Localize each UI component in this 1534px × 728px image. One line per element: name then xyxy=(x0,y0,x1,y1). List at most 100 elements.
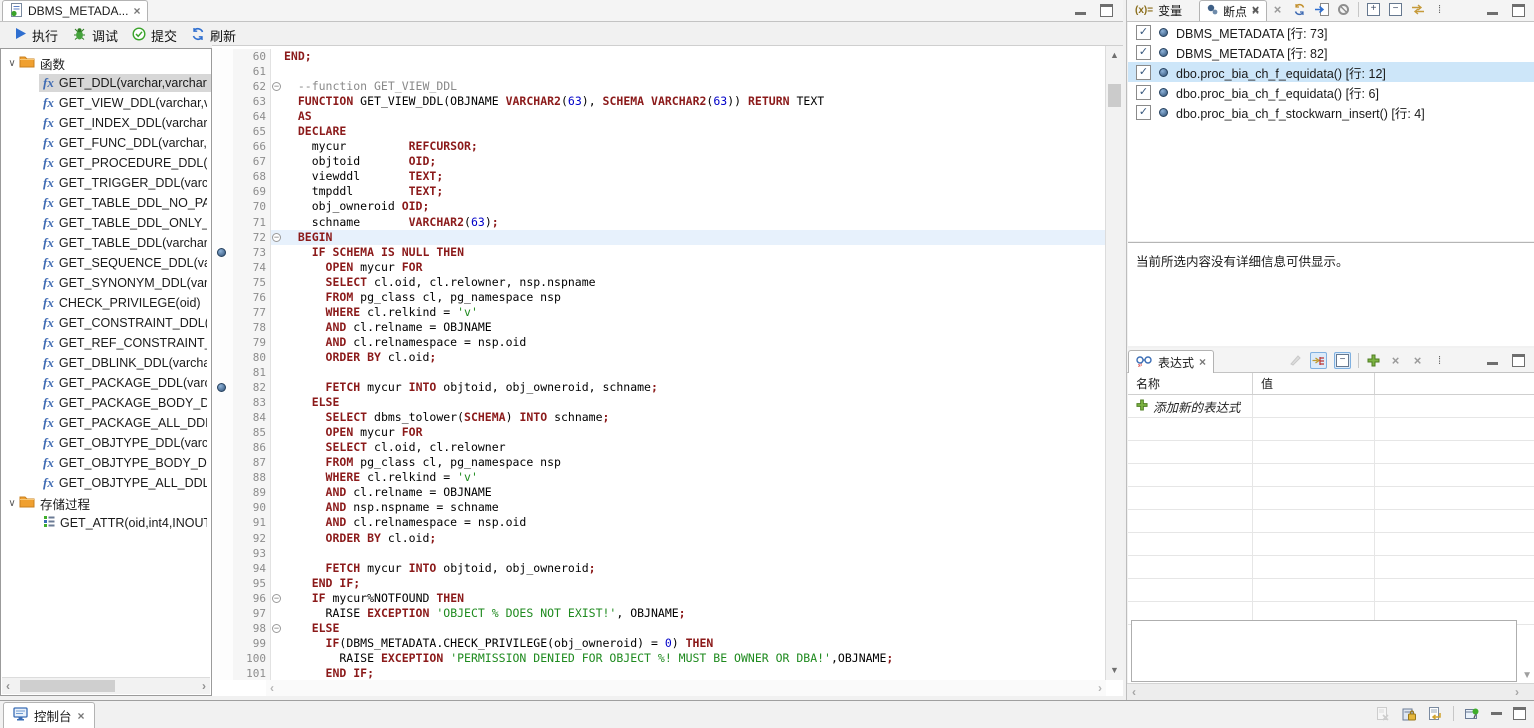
checkbox[interactable]: ✓ xyxy=(1136,24,1151,40)
code-line[interactable]: 74 OPEN mycur FOR xyxy=(212,259,1106,275)
code-text[interactable]: SELECT cl.oid, cl.relowner, nsp.nspname xyxy=(284,275,1106,290)
code-text[interactable]: ORDER BY cl.oid; xyxy=(284,531,1106,546)
breakpoint-ruler[interactable] xyxy=(212,530,233,546)
breakpoint-dot-icon[interactable] xyxy=(217,247,226,257)
code-line[interactable]: 97 RAISE EXCEPTION 'OBJECT % DOES NOT EX… xyxy=(212,605,1106,621)
code-text[interactable]: FETCH mycur INTO objtoid, obj_owneroid; xyxy=(284,561,1106,576)
expression-empty-row[interactable] xyxy=(1128,418,1534,441)
tree-item[interactable]: fx GET_SEQUENCE_DDL(var xyxy=(1,253,211,273)
code-line[interactable]: 100 RAISE EXCEPTION 'PERMISSION DENIED F… xyxy=(212,650,1106,666)
tree-item-box[interactable]: GET_ATTR(oid,int4,INOUT xyxy=(39,514,211,532)
tree-item[interactable]: fx GET_PACKAGE_DDL(varch xyxy=(1,373,211,393)
code-line[interactable]: 81 xyxy=(212,364,1106,381)
tree-item-box[interactable]: fx GET_PACKAGE_BODY_DD xyxy=(39,394,211,412)
scroll-right-icon[interactable]: › xyxy=(202,679,206,693)
fold-ruler[interactable]: − xyxy=(271,591,284,606)
tree-item[interactable]: fx CHECK_PRIVILEGE(oid) xyxy=(1,293,211,313)
code-text[interactable]: OPEN mycur FOR xyxy=(284,425,1106,440)
add-expression-row[interactable]: 添加新的表达式 xyxy=(1128,395,1534,418)
pin-console-icon[interactable] xyxy=(1465,706,1480,721)
chevron-down-icon[interactable]: ∨ xyxy=(5,498,19,509)
fold-ruler[interactable] xyxy=(271,636,284,651)
tree-item-box[interactable]: fx GET_FUNC_DDL(varchar,v xyxy=(39,134,211,152)
breakpoint-ruler[interactable] xyxy=(212,605,233,621)
tab-variables[interactable]: (x)= 变量 xyxy=(1128,0,1189,20)
code-line[interactable]: 79 AND cl.relnamespace = nsp.oid xyxy=(212,334,1106,350)
breakpoint-ruler[interactable] xyxy=(212,289,233,305)
breakpoint-ruler[interactable] xyxy=(212,334,233,350)
code-text[interactable]: WHERE cl.relkind = 'v' xyxy=(284,470,1106,485)
scroll-lock-icon[interactable] xyxy=(1427,706,1442,721)
scroll-left-icon[interactable]: ‹ xyxy=(1132,685,1136,699)
code-text[interactable]: viewddl TEXT; xyxy=(284,169,1106,184)
code-text[interactable]: schname VARCHAR2(63); xyxy=(284,215,1106,230)
code-text[interactable]: --function GET_VIEW_DDL xyxy=(284,79,1106,94)
expression-empty-row[interactable] xyxy=(1128,487,1534,510)
code-text[interactable]: AS xyxy=(284,109,1106,124)
tree-item[interactable]: fx GET_PACKAGE_ALL_DDL(v xyxy=(1,413,211,433)
tree-item[interactable]: fx GET_TABLE_DDL(varchar, xyxy=(1,233,211,253)
chevron-down-icon[interactable]: ∨ xyxy=(5,58,19,69)
tree-item-box[interactable]: fx GET_DDL(varchar,varchar xyxy=(39,74,211,92)
fold-ruler[interactable] xyxy=(271,531,284,546)
breakpoint-row[interactable]: ✓ DBMS_METADATA [行: 82] xyxy=(1128,42,1534,62)
code-text[interactable]: AND cl.relnamespace = nsp.oid xyxy=(284,335,1106,350)
tree-item-box[interactable]: fx GET_SYNONYM_DDL(var xyxy=(39,274,211,292)
breakpoint-ruler[interactable] xyxy=(212,94,233,110)
tree-item-box[interactable]: fx GET_INDEX_DDL(varchar, xyxy=(39,114,211,132)
fold-ruler[interactable] xyxy=(271,320,284,335)
breakpoint-ruler[interactable] xyxy=(212,49,233,65)
editor-vertical-scrollbar[interactable]: ▲ ▼ xyxy=(1105,46,1123,680)
tree-item-box[interactable]: fx GET_TABLE_DDL(varchar, xyxy=(39,234,211,252)
minimize-icon[interactable] xyxy=(1487,12,1498,15)
breakpoint-ruler[interactable] xyxy=(212,545,233,561)
expression-empty-row[interactable] xyxy=(1128,579,1534,602)
maximize-icon[interactable] xyxy=(1512,354,1525,367)
tree-item-box[interactable]: fx GET_CONSTRAINT_DDL(v xyxy=(39,314,211,332)
fold-ruler[interactable]: − xyxy=(271,621,284,636)
code-line[interactable]: 101 END IF; xyxy=(212,665,1106,680)
code-line[interactable]: 68 viewddl TEXT; xyxy=(212,169,1106,185)
breakpoint-ruler[interactable] xyxy=(212,244,233,260)
view-menu-icon[interactable]: ⁞ xyxy=(1432,353,1447,368)
add-expression-icon[interactable] xyxy=(1366,353,1381,368)
code-line[interactable]: 63 FUNCTION GET_VIEW_DDL(OBJNAME VARCHAR… xyxy=(212,94,1106,110)
tree-item[interactable]: fx GET_PROCEDURE_DDL(va xyxy=(1,153,211,173)
fold-ruler[interactable] xyxy=(271,305,284,320)
code-text[interactable]: FROM pg_class cl, pg_namespace nsp xyxy=(284,455,1106,470)
reload-breakpoints-icon[interactable] xyxy=(1292,2,1307,17)
breakpoint-ruler[interactable] xyxy=(212,214,233,230)
column-header-name[interactable]: 名称 xyxy=(1128,373,1253,394)
scroll-up-icon[interactable]: ▲ xyxy=(1106,48,1123,63)
code-text[interactable]: END IF; xyxy=(284,666,1106,680)
tree-item-box[interactable]: fx GET_TABLE_DDL_ONLY_P xyxy=(39,214,211,232)
minimize-icon[interactable] xyxy=(1075,12,1086,15)
breakpoint-ruler[interactable] xyxy=(212,425,233,441)
close-icon[interactable]: × xyxy=(78,710,85,722)
tree-item-box[interactable]: fx GET_PROCEDURE_DDL(va xyxy=(39,154,211,172)
code-line[interactable]: 85 OPEN mycur FOR xyxy=(212,425,1106,441)
code-line[interactable]: 64 AS xyxy=(212,109,1106,125)
breakpoint-ruler[interactable] xyxy=(212,259,233,275)
expression-empty-row[interactable] xyxy=(1128,464,1534,487)
fold-ruler[interactable] xyxy=(271,184,284,199)
fold-ruler[interactable] xyxy=(271,666,284,680)
tree-item[interactable]: fx GET_OBJTYPE_BODY_DDL xyxy=(1,453,211,473)
column-header-value[interactable]: 值 xyxy=(1253,373,1375,394)
fold-ruler[interactable] xyxy=(271,154,284,169)
breakpoint-ruler[interactable] xyxy=(212,455,233,471)
tree-item[interactable]: fx GET_TABLE_DDL_ONLY_P xyxy=(1,213,211,233)
code-line[interactable]: 67 objtoid OID; xyxy=(212,154,1106,170)
breakpoint-ruler[interactable] xyxy=(212,124,233,140)
tree-item[interactable]: GET_ATTR(oid,int4,INOUT xyxy=(1,513,211,533)
breakpoint-ruler[interactable] xyxy=(212,560,233,576)
breakpoint-ruler[interactable] xyxy=(212,470,233,486)
scroll-down-icon[interactable]: ▼ xyxy=(1522,670,1532,681)
fold-ruler[interactable] xyxy=(271,651,284,666)
breakpoint-ruler[interactable] xyxy=(212,485,233,501)
tree-item[interactable]: fx GET_FUNC_DDL(varchar,v xyxy=(1,133,211,153)
code-text[interactable]: ORDER BY cl.oid; xyxy=(284,350,1106,365)
code-line[interactable]: 61 xyxy=(212,64,1106,80)
fold-ruler[interactable] xyxy=(271,124,284,139)
expression-empty-row[interactable] xyxy=(1128,441,1534,464)
